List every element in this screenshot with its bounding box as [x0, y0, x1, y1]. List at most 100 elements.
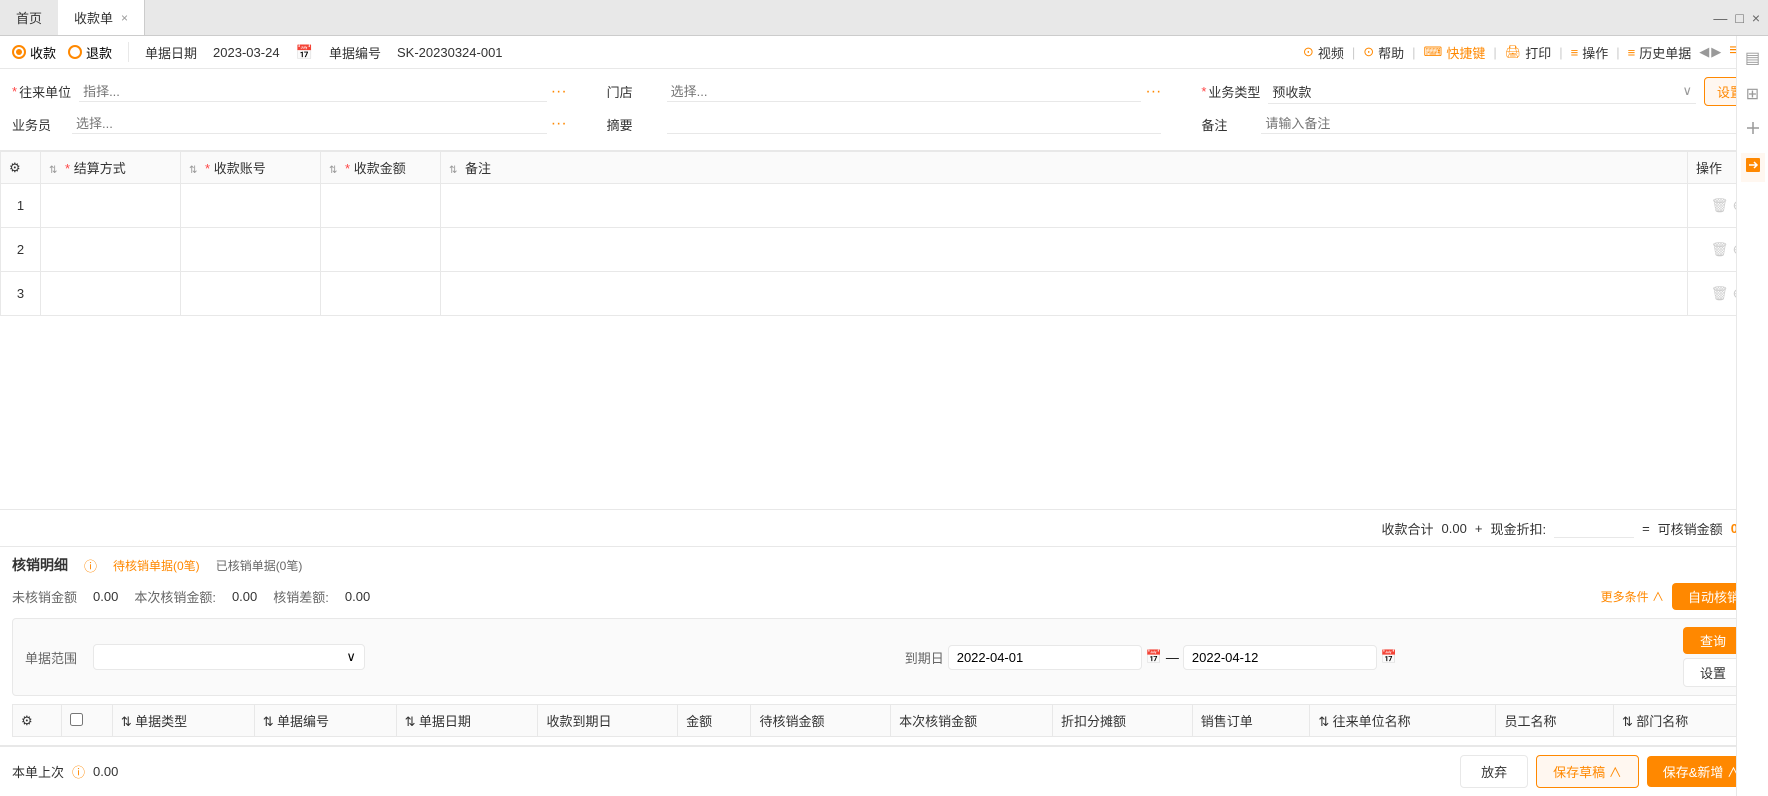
shortcut-label: 快捷键 [1446, 43, 1485, 62]
save-draft-button[interactable]: 保存草稿 ∧ [1536, 755, 1639, 788]
receipt-radio[interactable]: 收款 [12, 43, 56, 62]
sidebar-icon-2[interactable]: ⊞ [1742, 80, 1763, 108]
date-range-separator: — [1166, 650, 1179, 665]
bt-sort-3[interactable]: ⇅ [405, 714, 416, 729]
staff-field: 业务员 ··· [12, 114, 567, 134]
staff-more-icon[interactable]: ··· [551, 115, 567, 133]
sort-icon[interactable]: ⇅ [49, 165, 57, 176]
bt-gear-icon[interactable]: ⚙ [21, 713, 33, 728]
more-conditions-link[interactable]: 更多条件 ∧ [1601, 588, 1664, 605]
row-2-note[interactable] [441, 228, 1688, 272]
receipt-type-group: 收款 退款 [12, 43, 112, 62]
bt-col-discount-label: 折扣分摊额 [1061, 714, 1126, 729]
unchecked-value: 0.00 [93, 589, 118, 604]
row-2-delete-icon[interactable]: 🗑 [1711, 241, 1729, 258]
shortcut-action[interactable]: ⌨ 快捷键 [1424, 43, 1486, 62]
tab-home[interactable]: 首页 [0, 0, 58, 35]
video-action[interactable]: ⊙ 视频 [1303, 43, 1344, 62]
row-2-settle[interactable] [41, 228, 181, 272]
row-2-account[interactable] [181, 228, 321, 272]
current-label: 本次核销金额: [134, 587, 216, 606]
table-row: 3 🗑 ⊕ [1, 272, 1768, 316]
diff-value: 0.00 [345, 589, 370, 604]
print-action[interactable]: 🖨 打印 [1505, 43, 1552, 62]
number-label: 单据编号 [329, 43, 381, 62]
bt-select-all-checkbox[interactable] [70, 713, 83, 726]
row-1-amount[interactable] [321, 184, 441, 228]
business-type-select[interactable]: 预收款 ∨ [1268, 80, 1696, 104]
verifiable-label: 可核销金额 [1658, 519, 1723, 538]
tab-close-icon[interactable]: × [121, 11, 128, 25]
calendar-icon[interactable]: 📅 [296, 44, 313, 61]
sort-icon-4[interactable]: ⇅ [449, 165, 457, 176]
sidebar-icon-3[interactable] [1741, 116, 1765, 145]
row-3-amount[interactable] [321, 272, 441, 316]
tab-done[interactable]: 已核销单据(0笔) [216, 557, 303, 574]
row-2-num: 2 [1, 228, 41, 272]
operation-action[interactable]: ≡ 操作 [1571, 43, 1609, 62]
history-action[interactable]: ≡ 历史单据 [1628, 43, 1692, 62]
nav-arrows: ◀ ▶ [1699, 44, 1721, 60]
sort-icon-3[interactable]: ⇅ [329, 165, 337, 176]
staff-input[interactable] [72, 114, 547, 134]
bt-sort-5[interactable]: ⇅ [1622, 714, 1633, 729]
bt-sort-4[interactable]: ⇅ [1318, 714, 1329, 729]
window-close-icon[interactable]: × [1752, 10, 1760, 26]
counterpart-more-icon[interactable]: ··· [551, 83, 567, 101]
tab-receipt-label: 收款单 [74, 8, 113, 27]
col-header-gear[interactable]: ⚙ [1, 152, 41, 184]
window-maximize-icon[interactable]: □ [1735, 10, 1743, 26]
bt-col-checkbox[interactable] [61, 705, 112, 737]
row-3-account[interactable] [181, 272, 321, 316]
bt-sort-1[interactable]: ⇅ [121, 714, 132, 729]
row-3-delete-icon[interactable]: 🗑 [1711, 285, 1729, 302]
filter-row: 单据范围 ∨ 到期日 📅 — 📅 查询 设置 [12, 618, 1756, 696]
settings-button-2[interactable]: 设置 [1683, 658, 1743, 687]
window-minimize-icon[interactable]: — [1713, 10, 1727, 26]
tab-pending[interactable]: 待核销单据(0笔) [113, 557, 200, 574]
bt-col-gear[interactable]: ⚙ [13, 705, 62, 737]
tab-receipt[interactable]: 收款单 × [58, 0, 145, 35]
bt-sort-2[interactable]: ⇅ [263, 714, 274, 729]
remark-input[interactable] [1261, 114, 1756, 134]
row-1-delete-icon[interactable]: 🗑 [1711, 197, 1729, 214]
row-1-settle[interactable] [41, 184, 181, 228]
total-value: 0.00 [1442, 521, 1467, 536]
sidebar-icon-1[interactable]: ▤ [1741, 44, 1764, 72]
bt-col-dept-label: 部门名称 [1636, 714, 1688, 729]
reconcile-info-icon[interactable]: ⓘ [84, 556, 97, 575]
bt-col-sales: 销售订单 [1192, 705, 1310, 737]
date-from-calendar-icon[interactable]: 📅 [1146, 649, 1162, 665]
print-icon: 🖨 [1505, 44, 1522, 60]
table-gear-icon[interactable]: ⚙ [9, 160, 21, 175]
row-1-note[interactable] [441, 184, 1688, 228]
store-input[interactable] [667, 82, 1142, 102]
refund-radio[interactable]: 退款 [68, 43, 112, 62]
summary-input[interactable] [667, 114, 1162, 134]
store-more-icon[interactable]: ··· [1145, 83, 1161, 101]
help-action[interactable]: ⊙ 帮助 [1363, 43, 1404, 62]
sort-icon-2[interactable]: ⇅ [189, 165, 197, 176]
nav-prev-icon[interactable]: ◀ [1699, 44, 1709, 60]
date-to-calendar-icon[interactable]: 📅 [1381, 649, 1397, 665]
discount-input[interactable] [1554, 518, 1634, 538]
filter-label: 单据范围 [25, 648, 77, 667]
nav-next-icon[interactable]: ▶ [1711, 44, 1721, 60]
row-3-note[interactable] [441, 272, 1688, 316]
row-3-settle[interactable] [41, 272, 181, 316]
carry-over-info-icon[interactable]: ⓘ [72, 762, 85, 781]
date-to-input[interactable] [1183, 645, 1377, 670]
filter-select[interactable]: ∨ [93, 644, 365, 670]
bt-col-current-label: 本次核销金额 [899, 714, 977, 729]
query-button[interactable]: 查询 [1683, 627, 1743, 654]
bt-col-amount-label: 金额 [686, 714, 712, 729]
discard-button[interactable]: 放弃 [1460, 755, 1528, 788]
business-type-value: 预收款 [1272, 82, 1682, 101]
row-2-amount[interactable] [321, 228, 441, 272]
store-field: 门店 ··· [607, 82, 1162, 102]
date-from-input[interactable] [948, 645, 1142, 670]
right-sidebar: ▤ ⊞ [1736, 36, 1768, 796]
sidebar-icon-4[interactable] [1741, 153, 1765, 182]
counterpart-input[interactable] [79, 82, 547, 102]
row-1-account[interactable] [181, 184, 321, 228]
